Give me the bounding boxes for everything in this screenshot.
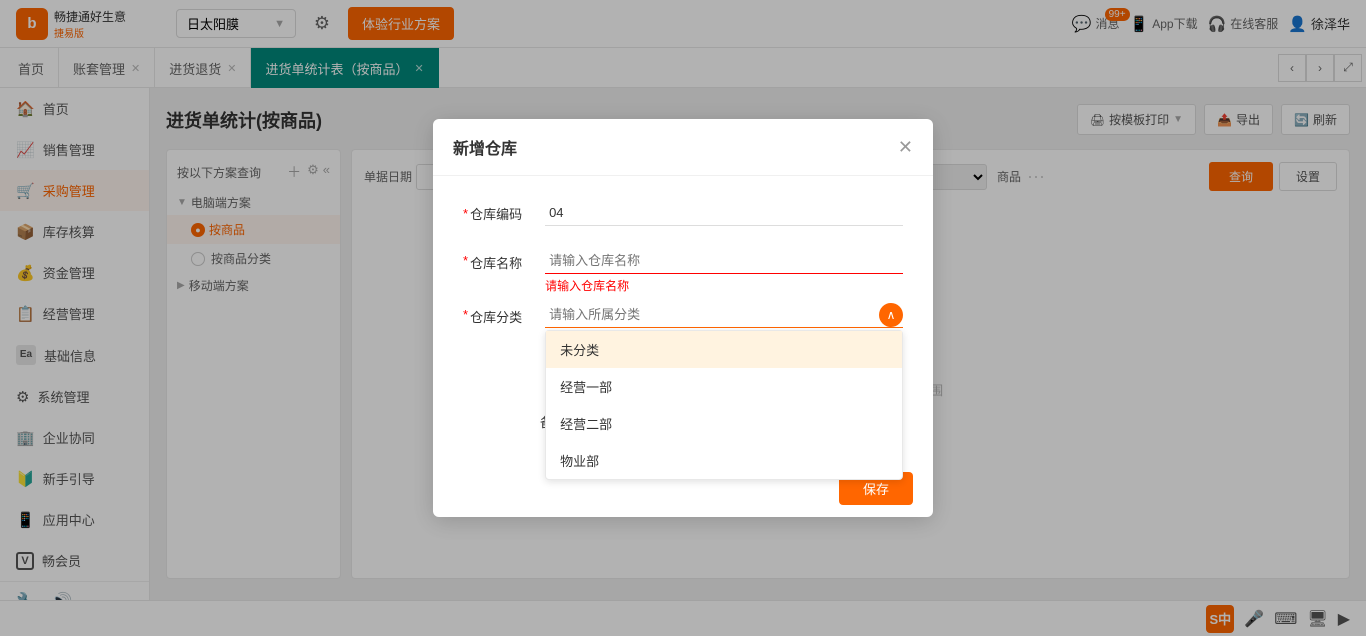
category-input[interactable]	[545, 302, 879, 327]
name-error-msg: 请输入仓库名称	[545, 277, 903, 294]
modal-header: 新增仓库 ✕	[433, 119, 933, 176]
dropdown-item-dept2[interactable]: 经营二部	[546, 405, 902, 442]
warehouse-name-field: * 仓库名称 请输入仓库名称	[463, 248, 903, 294]
new-warehouse-modal: 新增仓库 ✕ * 仓库编码 * 仓库名称 请输入仓库名称 *	[433, 119, 933, 517]
category-dropdown: 未分类 经营一部 经营二部 物业部	[545, 330, 903, 480]
code-required-star: *	[463, 206, 468, 221]
name-required-star: *	[463, 248, 468, 268]
modal-title: 新增仓库	[453, 135, 517, 159]
modal-overlay: 新增仓库 ✕ * 仓库编码 * 仓库名称 请输入仓库名称 *	[0, 0, 1366, 636]
modal-close-button[interactable]: ✕	[898, 138, 913, 156]
dropdown-item-unclassified[interactable]: 未分类	[546, 331, 902, 368]
warehouse-code-input[interactable]	[545, 200, 903, 226]
code-label: 仓库编码	[470, 204, 545, 223]
category-arrow-button[interactable]: ∧	[879, 303, 903, 327]
dropdown-item-dept1[interactable]: 经营一部	[546, 368, 902, 405]
name-label: 仓库名称	[470, 248, 545, 272]
category-required-star: *	[463, 302, 468, 322]
warehouse-code-field: * 仓库编码	[463, 200, 903, 226]
modal-body: * 仓库编码 * 仓库名称 请输入仓库名称 * 仓库分类	[433, 176, 933, 460]
warehouse-category-field: * 仓库分类 ∧ 未分类 经营一部 经营二部 物业部	[463, 302, 903, 328]
category-label: 仓库分类	[470, 302, 545, 326]
warehouse-name-input[interactable]	[545, 248, 903, 274]
dropdown-item-property[interactable]: 物业部	[546, 442, 902, 479]
